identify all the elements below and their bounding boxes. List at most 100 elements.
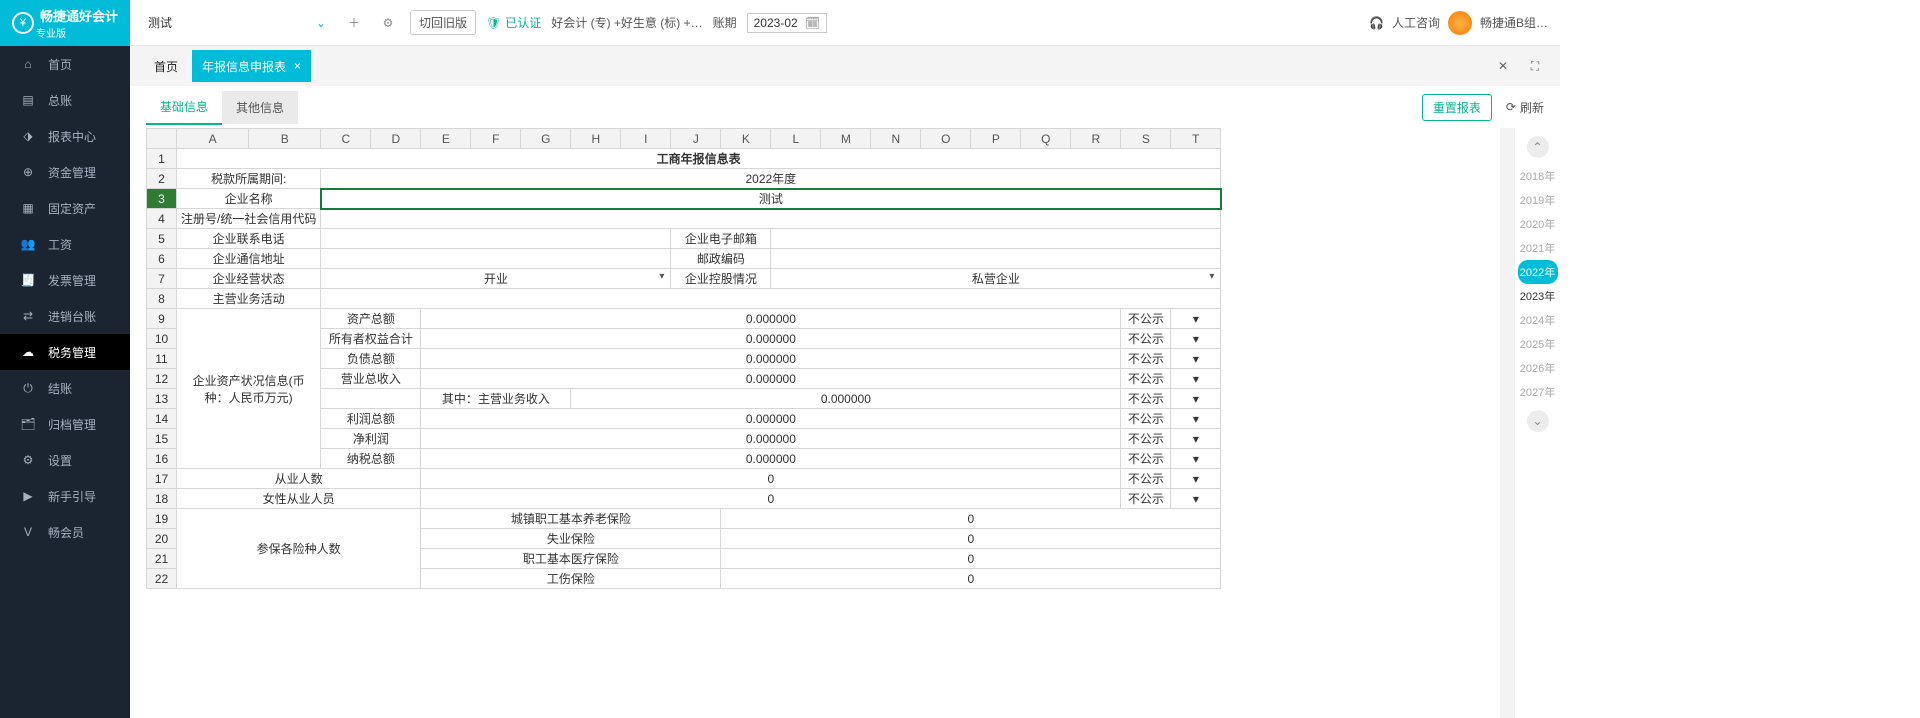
row-head[interactable]: 12 — [147, 369, 177, 389]
row-head[interactable]: 11 — [147, 349, 177, 369]
row-head[interactable]: 22 — [147, 569, 177, 589]
year-item[interactable]: 2025年 — [1518, 332, 1558, 356]
phone-input[interactable] — [321, 229, 671, 249]
close-all-button[interactable]: ✕ — [1492, 55, 1514, 77]
female-employee-value[interactable]: 0 — [421, 489, 1121, 509]
year-item[interactable]: 2023年 — [1518, 284, 1558, 308]
publish-select[interactable]: 不公示 — [1121, 469, 1171, 489]
col-head[interactable]: O — [921, 129, 971, 149]
col-head[interactable]: G — [521, 129, 571, 149]
dropdown-icon[interactable]: ▾ — [1171, 469, 1221, 489]
sidebar-item-vip[interactable]: V畅会员 — [0, 514, 130, 550]
insurance-value[interactable]: 0 — [721, 569, 1221, 589]
fin-value[interactable]: 0.000000 — [421, 429, 1121, 449]
row-head[interactable]: 6 — [147, 249, 177, 269]
year-item[interactable]: 2019年 — [1518, 188, 1558, 212]
year-item[interactable]: 2024年 — [1518, 308, 1558, 332]
col-head[interactable]: A — [177, 129, 249, 149]
avatar[interactable] — [1448, 11, 1472, 35]
dropdown-icon[interactable]: ▾ — [1171, 429, 1221, 449]
row-head[interactable]: 8 — [147, 289, 177, 309]
fin-value[interactable]: 0.000000 — [421, 449, 1121, 469]
sidebar-item-guide[interactable]: ▶新手引导 — [0, 478, 130, 514]
publish-select[interactable]: 不公示 — [1121, 329, 1171, 349]
spreadsheet[interactable]: ABCDEFGHIJKLMNOPQRST1工商年报信息表2税款所属期间:2022… — [130, 128, 1500, 718]
status-select[interactable]: 开业 — [321, 269, 671, 289]
publish-select[interactable]: 不公示 — [1121, 429, 1171, 449]
col-head[interactable]: F — [471, 129, 521, 149]
row-head[interactable]: 18 — [147, 489, 177, 509]
dropdown-icon[interactable]: ▾ — [1171, 329, 1221, 349]
sidebar-item-home[interactable]: ⌂首页 — [0, 46, 130, 82]
row-head[interactable]: 20 — [147, 529, 177, 549]
year-item[interactable]: 2026年 — [1518, 356, 1558, 380]
main-biz-input[interactable] — [321, 289, 1221, 309]
row-head[interactable]: 17 — [147, 469, 177, 489]
switch-old-button[interactable]: 切回旧版 — [410, 10, 476, 35]
company-settings-button[interactable]: ⚙ — [376, 11, 400, 35]
sidebar-item-archive[interactable]: 🗂归档管理 — [0, 406, 130, 442]
col-head[interactable]: P — [971, 129, 1021, 149]
fin-value[interactable]: 0.000000 — [421, 409, 1121, 429]
col-head[interactable]: I — [621, 129, 671, 149]
row-head[interactable]: 3 — [147, 189, 177, 209]
row-head[interactable]: 9 — [147, 309, 177, 329]
address-input[interactable] — [321, 249, 671, 269]
dropdown-icon[interactable]: ▾ — [1171, 369, 1221, 389]
sidebar-item-tax[interactable]: ☁税务管理 — [0, 334, 130, 370]
tab-annual-report[interactable]: 年报信息申报表 × — [192, 50, 311, 82]
company-select[interactable]: 测试 ⌄ — [142, 9, 332, 37]
year-item[interactable]: 2022年 — [1518, 260, 1558, 284]
row-head[interactable]: 16 — [147, 449, 177, 469]
publish-select[interactable]: 不公示 — [1121, 369, 1171, 389]
row-head[interactable]: 10 — [147, 329, 177, 349]
col-head[interactable]: E — [421, 129, 471, 149]
refresh-button[interactable]: ⟳ 刷新 — [1506, 99, 1544, 116]
tab-home[interactable]: 首页 — [140, 46, 192, 86]
holding-select[interactable]: 私营企业 — [771, 269, 1221, 289]
dropdown-icon[interactable]: ▾ — [1171, 309, 1221, 329]
dropdown-icon[interactable]: ▾ — [1171, 389, 1221, 409]
row-head[interactable]: 7 — [147, 269, 177, 289]
publish-select[interactable]: 不公示 — [1121, 309, 1171, 329]
col-head[interactable]: T — [1171, 129, 1221, 149]
col-head[interactable]: S — [1121, 129, 1171, 149]
col-head[interactable]: C — [321, 129, 371, 149]
year-up-button[interactable]: ⌃ — [1527, 136, 1549, 158]
user-name[interactable]: 畅捷通B组… — [1480, 14, 1548, 31]
row-head[interactable]: 21 — [147, 549, 177, 569]
period-select[interactable]: 2023-02 🗓 — [747, 13, 828, 33]
fin-value[interactable]: 0.000000 — [421, 329, 1121, 349]
sidebar-item-salary[interactable]: 👥工资 — [0, 226, 130, 262]
row-head[interactable]: 14 — [147, 409, 177, 429]
fin-value[interactable]: 0.000000 — [421, 349, 1121, 369]
col-head[interactable]: N — [871, 129, 921, 149]
insurance-value[interactable]: 0 — [721, 549, 1221, 569]
row-head[interactable]: 15 — [147, 429, 177, 449]
publish-select[interactable]: 不公示 — [1121, 389, 1171, 409]
col-head[interactable]: R — [1071, 129, 1121, 149]
publish-select[interactable]: 不公示 — [1121, 349, 1171, 369]
year-item[interactable]: 2018年 — [1518, 164, 1558, 188]
scrollbar-vertical[interactable] — [1500, 128, 1514, 718]
dropdown-icon[interactable]: ▾ — [1171, 349, 1221, 369]
close-icon[interactable]: × — [294, 59, 301, 73]
insurance-value[interactable]: 0 — [721, 529, 1221, 549]
sidebar-item-stock[interactable]: ⇄进销台账 — [0, 298, 130, 334]
col-head[interactable] — [147, 129, 177, 149]
dropdown-icon[interactable]: ▾ — [1171, 449, 1221, 469]
fin-value[interactable]: 0.000000 — [421, 309, 1121, 329]
dropdown-icon[interactable]: ▾ — [1171, 489, 1221, 509]
insurance-value[interactable]: 0 — [721, 509, 1221, 529]
sidebar-item-invoice[interactable]: 🧾发票管理 — [0, 262, 130, 298]
company-name-input[interactable]: 测试 — [321, 189, 1221, 209]
fin-value[interactable]: 0.000000 — [421, 369, 1121, 389]
reg-no-input[interactable] — [321, 209, 1221, 229]
reset-report-button[interactable]: 重置报表 — [1422, 94, 1492, 121]
row-head[interactable]: 19 — [147, 509, 177, 529]
publish-select[interactable]: 不公示 — [1121, 449, 1171, 469]
support-link[interactable]: 人工咨询 — [1392, 14, 1440, 31]
add-company-button[interactable]: ＋ — [342, 11, 366, 35]
fullscreen-button[interactable]: ⛶ — [1524, 55, 1546, 77]
sidebar-item-asset[interactable]: ▦固定资产 — [0, 190, 130, 226]
